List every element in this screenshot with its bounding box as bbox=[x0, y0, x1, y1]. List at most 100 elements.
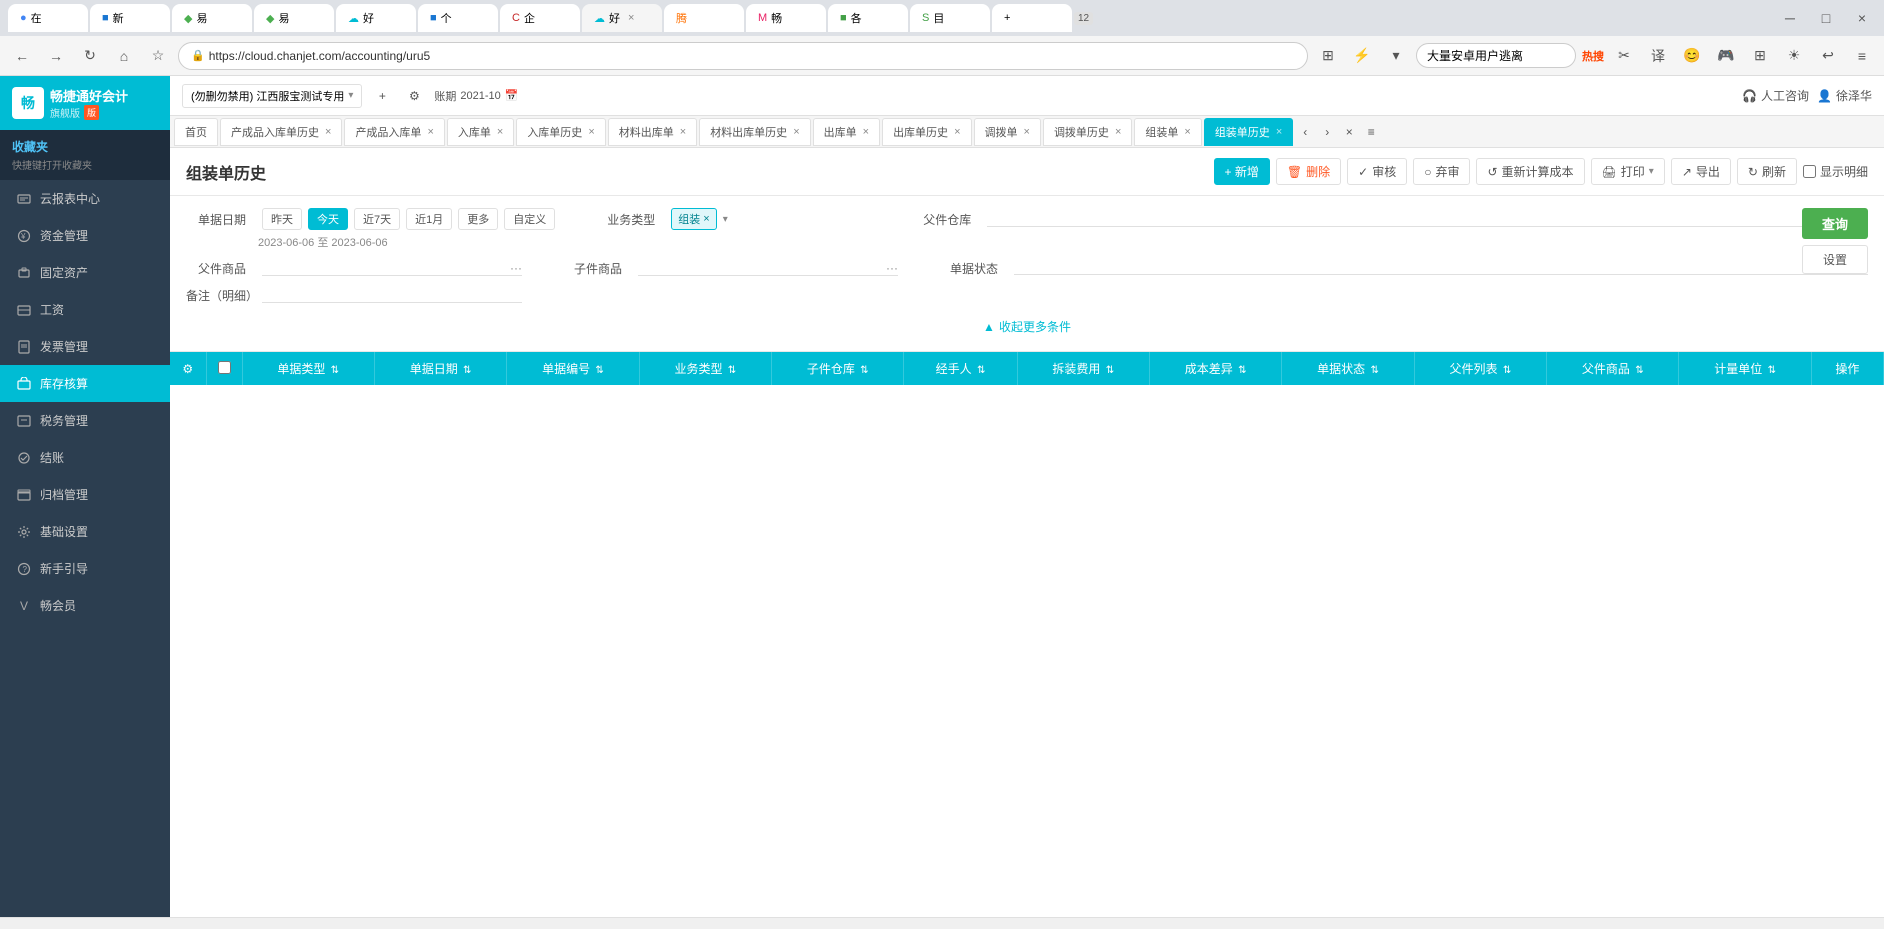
close-browser-btn[interactable]: × bbox=[1848, 4, 1876, 32]
select-all-checkbox[interactable] bbox=[218, 361, 231, 374]
sidebar-item-invoice[interactable]: 发票管理 bbox=[0, 328, 170, 365]
col-parent-list[interactable]: 父件列表 ⇅ bbox=[1414, 352, 1546, 385]
recalculate-btn[interactable]: ↺ 重新计算成本 bbox=[1476, 158, 1584, 185]
refresh-btn[interactable]: ↻ 刷新 bbox=[1737, 158, 1797, 185]
grid-btn[interactable]: ⊞ bbox=[1314, 42, 1342, 70]
tab-assembly-history[interactable]: 组装单历史 × bbox=[1204, 118, 1293, 146]
sidebar-item-inventory[interactable]: 库存核算 bbox=[0, 365, 170, 402]
export-btn[interactable]: ↗ 导出 bbox=[1671, 158, 1731, 185]
tab-transfer-close[interactable]: × bbox=[1024, 126, 1030, 138]
tab-product-in-history[interactable]: 产成品入库单历史 × bbox=[220, 118, 342, 146]
browser-tab-add[interactable]: + bbox=[992, 4, 1072, 32]
settings-header-btn[interactable]: ⚙ bbox=[402, 84, 426, 108]
browser-tab-12[interactable]: S 目 bbox=[910, 4, 990, 32]
horizontal-scrollbar[interactable] bbox=[0, 917, 1884, 929]
tab-material-out[interactable]: 材料出库单 × bbox=[608, 118, 697, 146]
remark-text-input[interactable] bbox=[262, 288, 522, 302]
lightning-btn[interactable]: ⚡ bbox=[1348, 42, 1376, 70]
col-settings[interactable]: ⚙ bbox=[170, 352, 206, 385]
audit-btn[interactable]: ✓ 审核 bbox=[1347, 158, 1407, 185]
sidebar-item-tax[interactable]: 税务管理 bbox=[0, 402, 170, 439]
tabs-nav-close[interactable]: × bbox=[1339, 122, 1359, 142]
tab-material-out-close[interactable]: × bbox=[680, 126, 686, 138]
date-custom[interactable]: 自定义 bbox=[504, 208, 555, 230]
sidebar-item-fixed-assets[interactable]: 固定资产 bbox=[0, 254, 170, 291]
tab-transfer-history-close[interactable]: × bbox=[1115, 126, 1121, 138]
user-area[interactable]: 👤 徐泽华 bbox=[1817, 87, 1872, 104]
sidebar-item-finance[interactable]: ¥ 资金管理 bbox=[0, 217, 170, 254]
col-order-type[interactable]: 单据类型 ⇅ bbox=[242, 352, 374, 385]
browser-tab-10[interactable]: M 畅 bbox=[746, 4, 826, 32]
col-order-no[interactable]: 单据编号 ⇅ bbox=[507, 352, 639, 385]
col-child-warehouse[interactable]: 子件仓库 ⇅ bbox=[772, 352, 904, 385]
date-7days[interactable]: 近7天 bbox=[354, 208, 400, 230]
address-bar[interactable]: 🔒 https://cloud.chanjet.com/accounting/u… bbox=[178, 42, 1308, 70]
collapse-btn[interactable]: ▲ 收起更多条件 bbox=[186, 314, 1868, 339]
tab-in-order-history[interactable]: 入库单历史 × bbox=[516, 118, 605, 146]
col-biz-type[interactable]: 业务类型 ⇅ bbox=[639, 352, 771, 385]
parent-goods-more[interactable]: ··· bbox=[510, 261, 522, 275]
col-check[interactable] bbox=[206, 352, 242, 385]
child-goods-more[interactable]: ··· bbox=[886, 261, 898, 275]
tab-transfer[interactable]: 调拨单 × bbox=[974, 118, 1041, 146]
add-company-btn[interactable]: + bbox=[370, 84, 394, 108]
col-handler[interactable]: 经手人 ⇅ bbox=[904, 352, 1017, 385]
period-selector[interactable]: 账期 2021-10 📅 bbox=[434, 88, 518, 104]
browser-tab-6[interactable]: ■ 个 bbox=[418, 4, 498, 32]
tabs-nav-right[interactable]: › bbox=[1317, 122, 1337, 142]
dropdown-btn[interactable]: ▾ bbox=[1382, 42, 1410, 70]
browser-tab-4[interactable]: ◆ 易 bbox=[254, 4, 334, 32]
browser-search[interactable]: 大量安卓用户逃离 bbox=[1416, 43, 1576, 68]
tab-product-in-close[interactable]: × bbox=[427, 126, 433, 138]
tab-transfer-history[interactable]: 调拨单历史 × bbox=[1043, 118, 1132, 146]
menu-btn[interactable]: ≡ bbox=[1848, 42, 1876, 70]
sidebar-item-cloud-report[interactable]: 云报表中心 bbox=[0, 180, 170, 217]
col-parent-goods[interactable]: 父件商品 ⇅ bbox=[1547, 352, 1679, 385]
business-dropdown-icon[interactable]: ▾ bbox=[723, 214, 728, 225]
refresh-browser-btn[interactable]: ↻ bbox=[76, 42, 104, 70]
status-select[interactable]: ▾ bbox=[1014, 263, 1868, 275]
col-order-status[interactable]: 单据状态 ⇅ bbox=[1282, 352, 1414, 385]
sidebar-item-settings[interactable]: 基础设置 bbox=[0, 513, 170, 550]
service-btn[interactable]: 🎧 人工咨询 bbox=[1742, 87, 1809, 104]
tab-material-out-history-close[interactable]: × bbox=[793, 126, 799, 138]
browser-tab-11[interactable]: ■ 各 bbox=[828, 4, 908, 32]
forward-btn[interactable]: → bbox=[42, 42, 70, 70]
query-btn[interactable]: 查询 bbox=[1802, 208, 1868, 239]
translate-btn[interactable]: 译 bbox=[1644, 42, 1672, 70]
tabs-nav-left[interactable]: ‹ bbox=[1295, 122, 1315, 142]
scissors-btn[interactable]: ✂ bbox=[1610, 42, 1638, 70]
date-1month[interactable]: 近1月 bbox=[406, 208, 452, 230]
apps-btn[interactable]: ⊞ bbox=[1746, 42, 1774, 70]
col-cost-diff[interactable]: 成本差异 ⇅ bbox=[1149, 352, 1281, 385]
game-btn[interactable]: 🎮 bbox=[1712, 42, 1740, 70]
col-unit[interactable]: 计量单位 ⇅ bbox=[1679, 352, 1811, 385]
business-tag-close[interactable]: × bbox=[703, 213, 709, 225]
remark-input[interactable] bbox=[262, 288, 522, 303]
new-btn[interactable]: + 新增 bbox=[1214, 158, 1270, 185]
tabs-nav-menu[interactable]: ≡ bbox=[1361, 122, 1381, 142]
maximize-btn[interactable]: □ bbox=[1812, 4, 1840, 32]
date-today[interactable]: 今天 bbox=[308, 208, 348, 230]
tab-in-order[interactable]: 入库单 × bbox=[447, 118, 514, 146]
brightness-btn[interactable]: ☀ bbox=[1780, 42, 1808, 70]
browser-tab-1[interactable]: ● 在 bbox=[8, 4, 88, 32]
show-detail-checkbox-area[interactable]: 显示明细 bbox=[1803, 163, 1868, 180]
browser-tab-3[interactable]: ◆ 易 bbox=[172, 4, 252, 32]
tab-in-order-close[interactable]: × bbox=[497, 126, 503, 138]
delete-btn[interactable]: 🗑 删除 bbox=[1276, 158, 1341, 185]
abandon-btn[interactable]: ○ 弃审 bbox=[1413, 158, 1470, 185]
browser-tab-9[interactable]: 腾 bbox=[664, 4, 744, 32]
parent-goods-input[interactable]: ··· bbox=[262, 261, 522, 276]
show-detail-checkbox[interactable] bbox=[1803, 165, 1816, 178]
tab-out-order-history[interactable]: 出库单历史 × bbox=[882, 118, 971, 146]
sidebar-item-guide[interactable]: ? 新手引导 bbox=[0, 550, 170, 587]
tab-assembly[interactable]: 组装单 × bbox=[1134, 118, 1201, 146]
sidebar-item-member[interactable]: V 畅会员 bbox=[0, 587, 170, 624]
col-disassembly-fee[interactable]: 拆装费用 ⇅ bbox=[1017, 352, 1149, 385]
filter-settings-btn[interactable]: 设置 bbox=[1802, 245, 1868, 274]
tab-home[interactable]: 首页 bbox=[174, 118, 218, 146]
favorites-area[interactable]: 收藏夹 快捷键打开收藏夹 bbox=[0, 130, 170, 180]
sidebar-item-salary[interactable]: 工资 bbox=[0, 291, 170, 328]
browser-tab-7[interactable]: C 企 bbox=[500, 4, 580, 32]
